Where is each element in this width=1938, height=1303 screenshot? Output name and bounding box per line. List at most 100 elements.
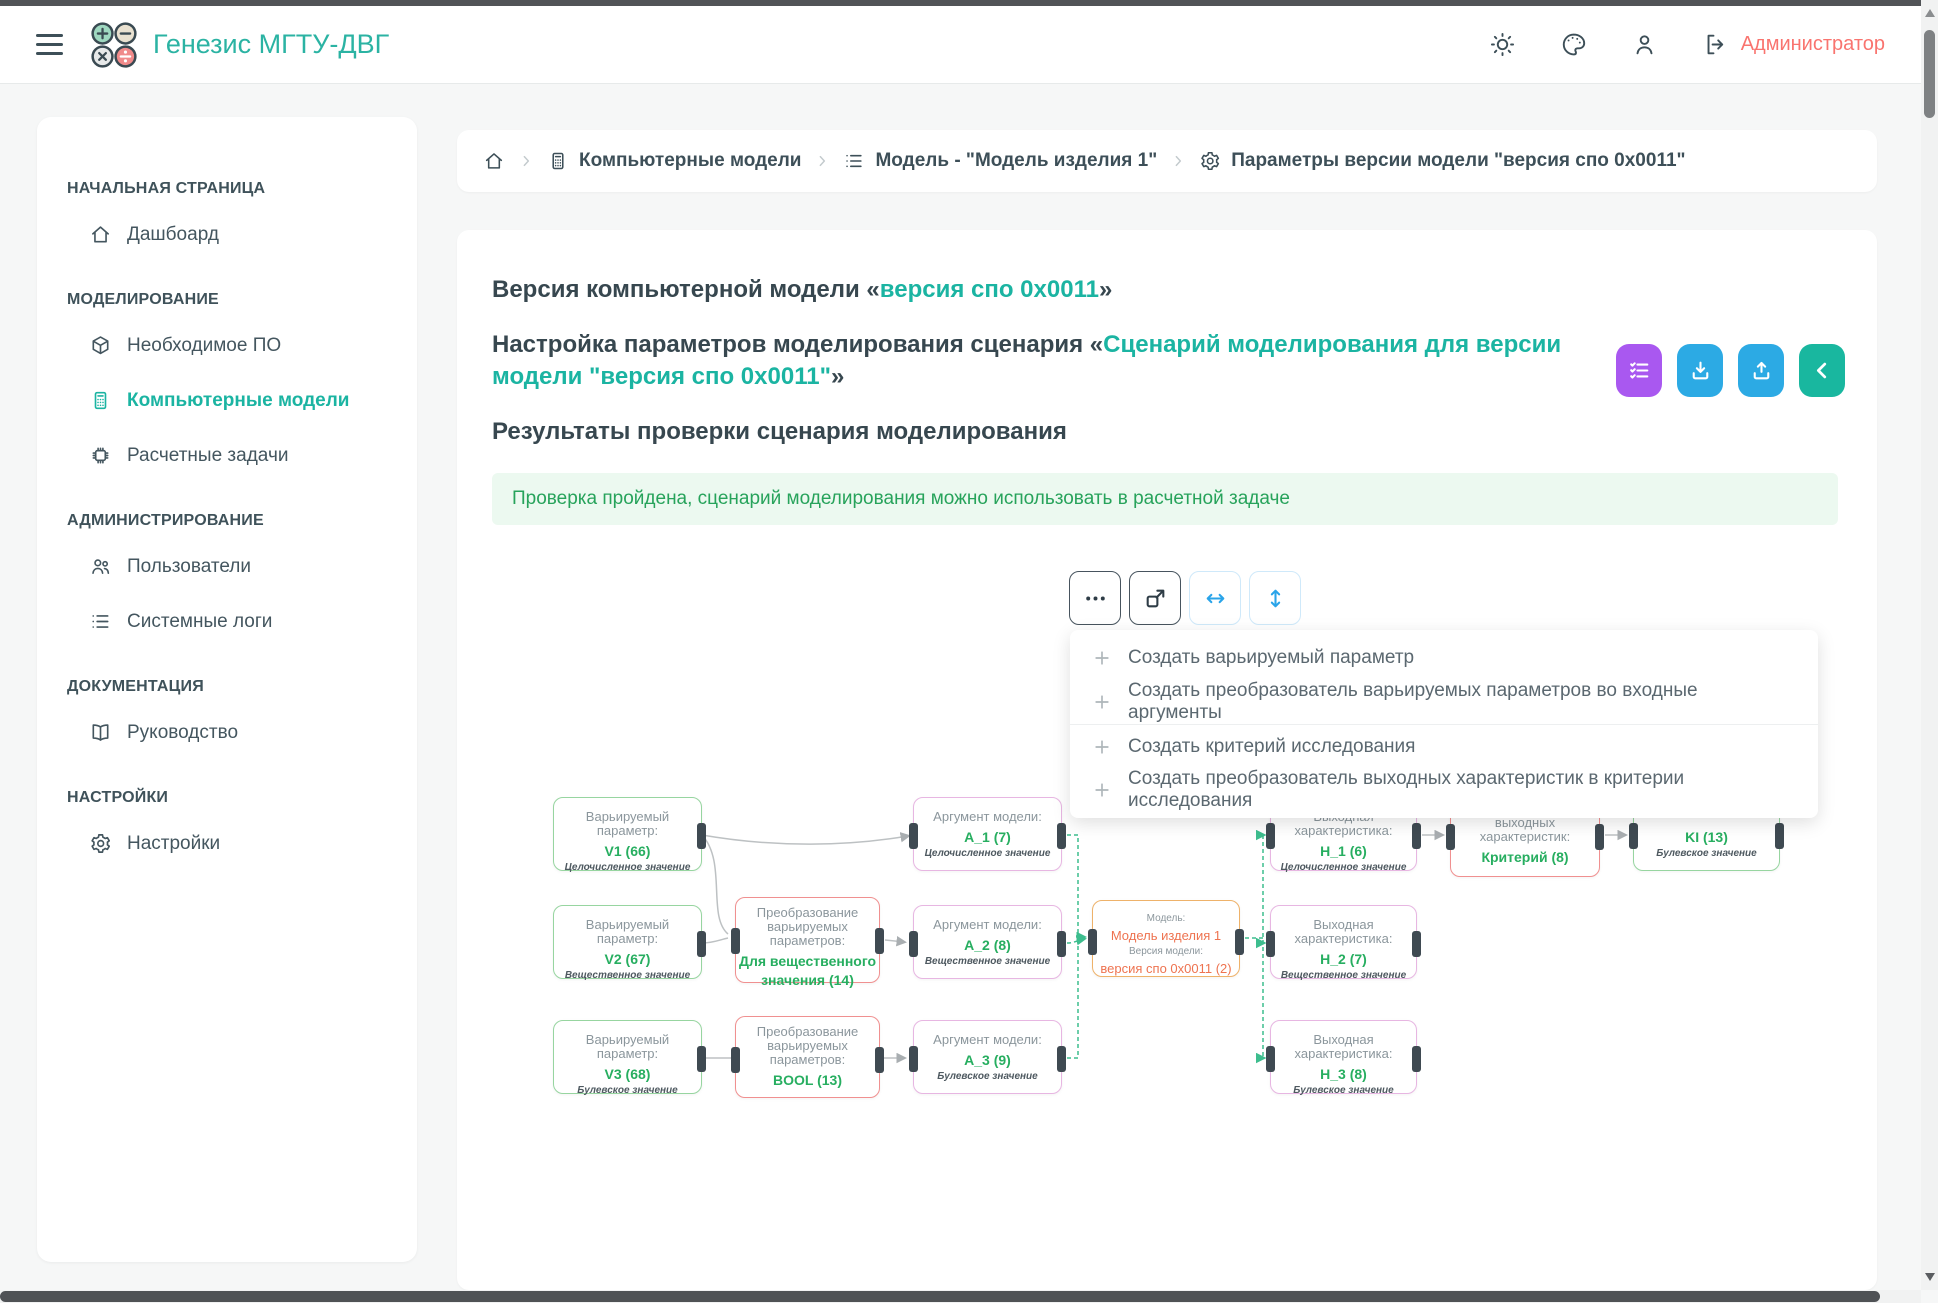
input-port[interactable] [1629, 823, 1638, 849]
sidebar-item-label: Системные логи [127, 610, 273, 632]
breadcrumb-item-gear[interactable]: Параметры версии модели "версия спо 0x00… [1199, 150, 1686, 172]
more-options-button[interactable] [1069, 571, 1121, 625]
user-profile-icon[interactable] [1631, 31, 1658, 58]
output-port[interactable] [1057, 931, 1066, 957]
checklist-button[interactable] [1616, 344, 1662, 397]
diagram-node-v1[interactable]: Варьируемый параметр: V1 (66) Целочисленно… [553, 797, 706, 873]
breadcrumb-label: Компьютерные модели [579, 150, 802, 171]
breadcrumb-item-list[interactable]: Модель - "Модель изделия 1" [843, 150, 1157, 172]
breadcrumb-separator-icon [518, 153, 534, 169]
output-port[interactable] [875, 928, 884, 954]
node-text-name: V3 (68) [604, 1066, 651, 1082]
collapse-button[interactable] [1799, 344, 1845, 397]
output-port[interactable] [1412, 823, 1421, 849]
diagram-node-h3[interactable]: Выходная характеристика: H_3 (8) Булевское… [1266, 1020, 1421, 1096]
scroll-down-arrow[interactable] [1925, 1273, 1935, 1281]
card-action-buttons [1616, 344, 1845, 397]
diagram-node-t1[interactable]: Преобразование варьируемых параметров: Для… [731, 897, 884, 988]
input-port[interactable] [731, 928, 740, 954]
input-port[interactable] [1446, 824, 1455, 850]
palette-icon[interactable] [1560, 31, 1587, 58]
horizontal-scrollbar[interactable] [0, 1290, 1921, 1303]
output-port[interactable] [1057, 823, 1066, 849]
input-port[interactable] [1266, 1046, 1275, 1072]
menu-item-label: Создать преобразователь варьируемых пара… [1128, 680, 1698, 723]
breadcrumb-label: Параметры версии модели "версия спо 0x00… [1231, 150, 1686, 171]
menu-item-create-2[interactable]: Создать критерий исследования [1070, 724, 1818, 768]
breadcrumb-item-home[interactable] [483, 150, 505, 172]
node-text-type: Вещественное значение [924, 956, 1051, 967]
output-port[interactable] [1595, 824, 1604, 850]
download-icon [1692, 361, 1708, 380]
diagram-node-model[interactable]: Модель: Модель изделия 1 Версия модели: вер… [1088, 900, 1244, 977]
node-text-name: Для вещественного [738, 953, 877, 969]
top-scroll-strip[interactable] [0, 0, 1921, 6]
node-text-tinylabel: Версия модели: [1128, 946, 1204, 957]
output-port[interactable] [1057, 1046, 1066, 1072]
arrows-horizontal-icon [1206, 593, 1224, 603]
menu-item-create-0[interactable]: Создать варьируемый параметр [1070, 636, 1818, 680]
diagram-node-v3[interactable]: Варьируемый параметр: V3 (68) Булевское зн… [553, 1020, 706, 1096]
diagram-node-t2[interactable]: Преобразование варьируемых параметров: BOO… [731, 1016, 884, 1098]
output-port[interactable] [875, 1047, 884, 1073]
output-port[interactable] [1235, 929, 1244, 955]
upload-button[interactable] [1738, 344, 1784, 397]
breadcrumb-label: Модель - "Модель изделия 1" [875, 150, 1158, 171]
output-port[interactable] [1412, 1046, 1421, 1072]
scroll-up-arrow[interactable] [1925, 9, 1935, 17]
horizontal-scroll-thumb[interactable] [0, 1291, 1880, 1302]
vertical-scroll-thumb[interactable] [1924, 30, 1935, 118]
input-port[interactable] [1266, 931, 1275, 957]
node-text-label: Варьируемый параметр: [585, 809, 670, 838]
input-port[interactable] [909, 931, 918, 957]
download-button[interactable] [1677, 344, 1723, 397]
sidebar-section-label: НАЧАЛЬНАЯ СТРАНИЦА [67, 180, 266, 197]
sidebar-item-book[interactable]: Руководство [67, 705, 417, 760]
input-port[interactable] [1266, 823, 1275, 849]
diagram-node-a3[interactable]: Аргумент модели: A_3 (9) Булевское значени… [909, 1020, 1066, 1094]
sidebar-item-users[interactable]: Пользователи [67, 539, 417, 594]
sidebar-item-list[interactable]: Системные логи [67, 594, 417, 649]
input-port[interactable] [909, 823, 918, 849]
output-port[interactable] [697, 931, 706, 957]
theme-toggle-icon[interactable] [1489, 31, 1516, 58]
menu-item-label: Создать критерий исследования [1128, 735, 1416, 757]
diagram-node-v2[interactable]: Варьируемый параметр: V2 (67) Вещественное… [553, 905, 706, 981]
node-text-type: Целочисленное значение [564, 862, 691, 873]
fit-vertical-button[interactable] [1249, 571, 1301, 625]
breadcrumb-separator-icon [1170, 153, 1186, 169]
user-role-label: Администратор [1740, 33, 1885, 55]
output-port[interactable] [697, 823, 706, 849]
breadcrumb-item-calc[interactable]: Компьютерные модели [547, 150, 801, 172]
diagram-node-a2[interactable]: Аргумент модели: A_2 (8) Вещественное знач… [909, 905, 1066, 979]
menu-item-create-1[interactable]: Создать преобразователь варьируемых пара… [1070, 680, 1818, 724]
node-text-type: Вещественное значение [564, 970, 691, 981]
hamburger-menu-button[interactable] [36, 34, 63, 55]
sidebar-item-calc[interactable]: Компьютерные модели [67, 373, 417, 428]
sidebar-item-chip[interactable]: Расчетные задачи [67, 428, 417, 483]
node-text-name: A_3 (9) [964, 1052, 1011, 1068]
fullscreen-button[interactable] [1129, 571, 1181, 625]
node-text-type: Булевское значение [577, 1085, 678, 1096]
diagram-node-h2[interactable]: Выходная характеристика: H_2 (7) Веществен… [1266, 905, 1421, 981]
output-port[interactable] [697, 1046, 706, 1072]
output-port[interactable] [1775, 823, 1784, 849]
diagram-node-a1[interactable]: Аргумент модели: A_1 (7) Целочисленное зна… [909, 797, 1066, 871]
input-port[interactable] [1088, 929, 1097, 955]
logout-button[interactable]: Администратор [1702, 31, 1885, 58]
ellipsis-icon [1085, 596, 1105, 600]
sidebar-section-label: АДМИНИСТРИРОВАНИЕ [67, 512, 264, 529]
fit-horizontal-button[interactable] [1189, 571, 1241, 625]
sidebar-item-cube[interactable]: Необходимое ПО [67, 318, 417, 373]
sidebar-item-gear[interactable]: Настройки [67, 816, 417, 871]
sidebar-item-home[interactable]: Дашбоард [67, 207, 417, 262]
main-content-card: Версия компьютерной модели «версия спо 0… [457, 230, 1877, 1290]
node-text-label: Аргумент модели: [933, 1032, 1042, 1047]
vertical-scrollbar[interactable] [1921, 0, 1938, 1290]
menu-item-create-3[interactable]: Создать преобразователь выходных характе… [1070, 768, 1818, 812]
node-text-type: Целочисленное значение [1280, 862, 1407, 873]
input-port[interactable] [909, 1046, 918, 1072]
output-port[interactable] [1412, 931, 1421, 957]
input-port[interactable] [731, 1047, 740, 1073]
node-text-label: характеристик: [1479, 829, 1571, 844]
